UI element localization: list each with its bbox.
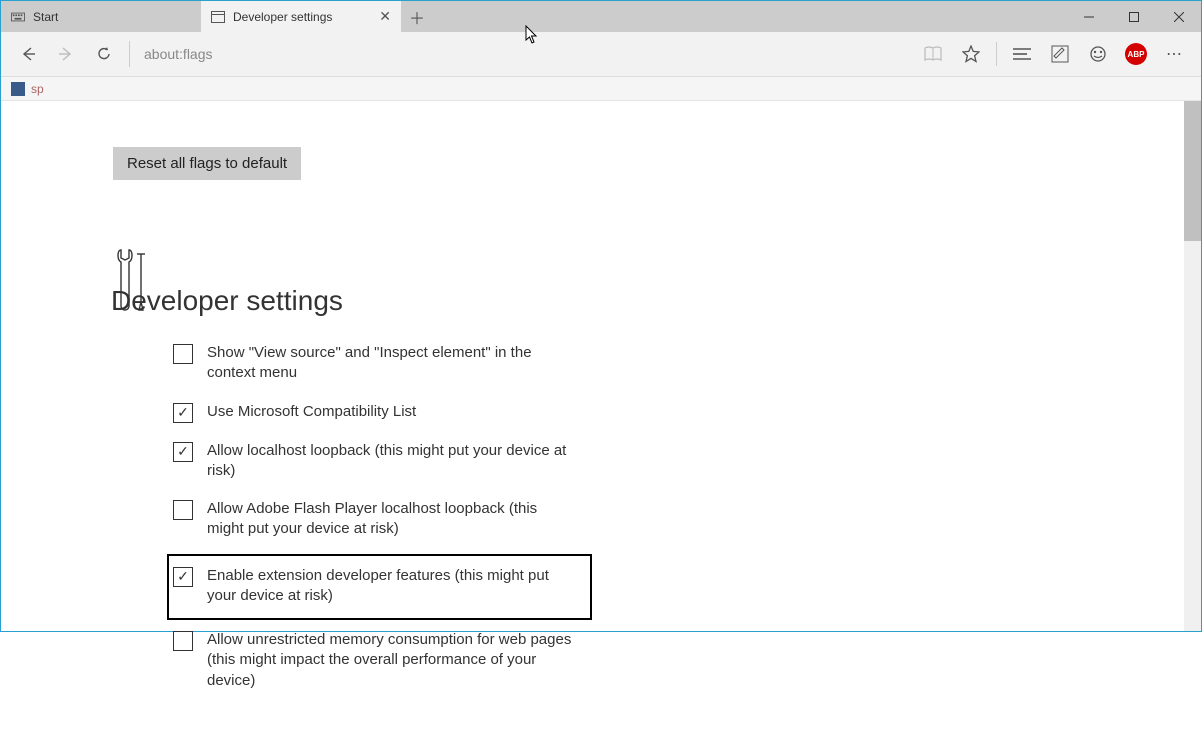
favorites-bar: sp [1,77,1201,101]
back-button[interactable] [11,37,45,71]
tab-start[interactable]: Start [1,1,201,32]
option-checkbox[interactable] [173,500,193,520]
address-bar[interactable]: about:flags [140,46,912,62]
nav-toolbar: about:flags ABP ⋯ [1,32,1201,77]
option-label: Allow unrestricted memory consumption fo… [207,630,577,691]
maximize-button[interactable] [1111,1,1156,32]
web-note-icon[interactable] [1043,37,1077,71]
keyboard-icon [11,10,25,24]
window-controls [1066,1,1201,32]
options-list: Show "View source" and "Inspect element"… [173,337,1201,703]
separator [996,42,997,66]
share-icon[interactable] [1081,37,1115,71]
more-menu-icon[interactable]: ⋯ [1157,37,1191,71]
option-row: Allow localhost loopback (this might put… [173,435,588,494]
reading-view-icon[interactable] [916,37,950,71]
favorite-item[interactable]: sp [31,82,44,96]
option-row: Allow unrestricted memory consumption fo… [173,624,588,703]
option-label: Allow localhost loopback (this might put… [207,441,577,482]
hub-icon[interactable] [1005,37,1039,71]
new-tab-button[interactable]: ＋ [401,1,433,32]
option-row: Enable extension developer features (thi… [167,554,592,621]
option-row: Show "View source" and "Inspect element"… [173,337,588,396]
close-window-button[interactable] [1156,1,1201,32]
window-icon [211,10,225,24]
refresh-button[interactable] [87,37,121,71]
option-checkbox[interactable] [173,442,193,462]
option-label: Show "View source" and "Inspect element"… [207,343,577,384]
favorite-item-icon [11,82,25,96]
minimize-button[interactable] [1066,1,1111,32]
reset-flags-button[interactable]: Reset all flags to default [113,147,301,180]
tab-developer-settings[interactable]: Developer settings ✕ [201,1,401,32]
abp-extension-icon[interactable]: ABP [1119,37,1153,71]
forward-button[interactable] [49,37,83,71]
close-tab-icon[interactable]: ✕ [379,8,391,25]
page-title: Developer settings [111,285,1201,317]
tab-label: Developer settings [233,10,332,24]
separator [129,41,130,67]
tab-label: Start [33,10,58,24]
option-checkbox[interactable] [173,344,193,364]
option-label: Enable extension developer features (thi… [207,566,577,607]
option-checkbox[interactable] [173,403,193,423]
option-row: Use Microsoft Compatibility List [173,396,588,435]
option-label: Allow Adobe Flash Player localhost loopb… [207,499,577,540]
title-bar: Start Developer settings ✕ ＋ [1,1,1201,32]
option-row: Allow Adobe Flash Player localhost loopb… [173,493,588,552]
scrollbar-thumb[interactable] [1184,101,1201,241]
option-checkbox[interactable] [173,631,193,651]
option-checkbox[interactable] [173,567,193,587]
favorite-star-icon[interactable] [954,37,988,71]
option-label: Use Microsoft Compatibility List [207,402,416,422]
page-content: Reset all flags to default Developer set… [1,101,1201,735]
